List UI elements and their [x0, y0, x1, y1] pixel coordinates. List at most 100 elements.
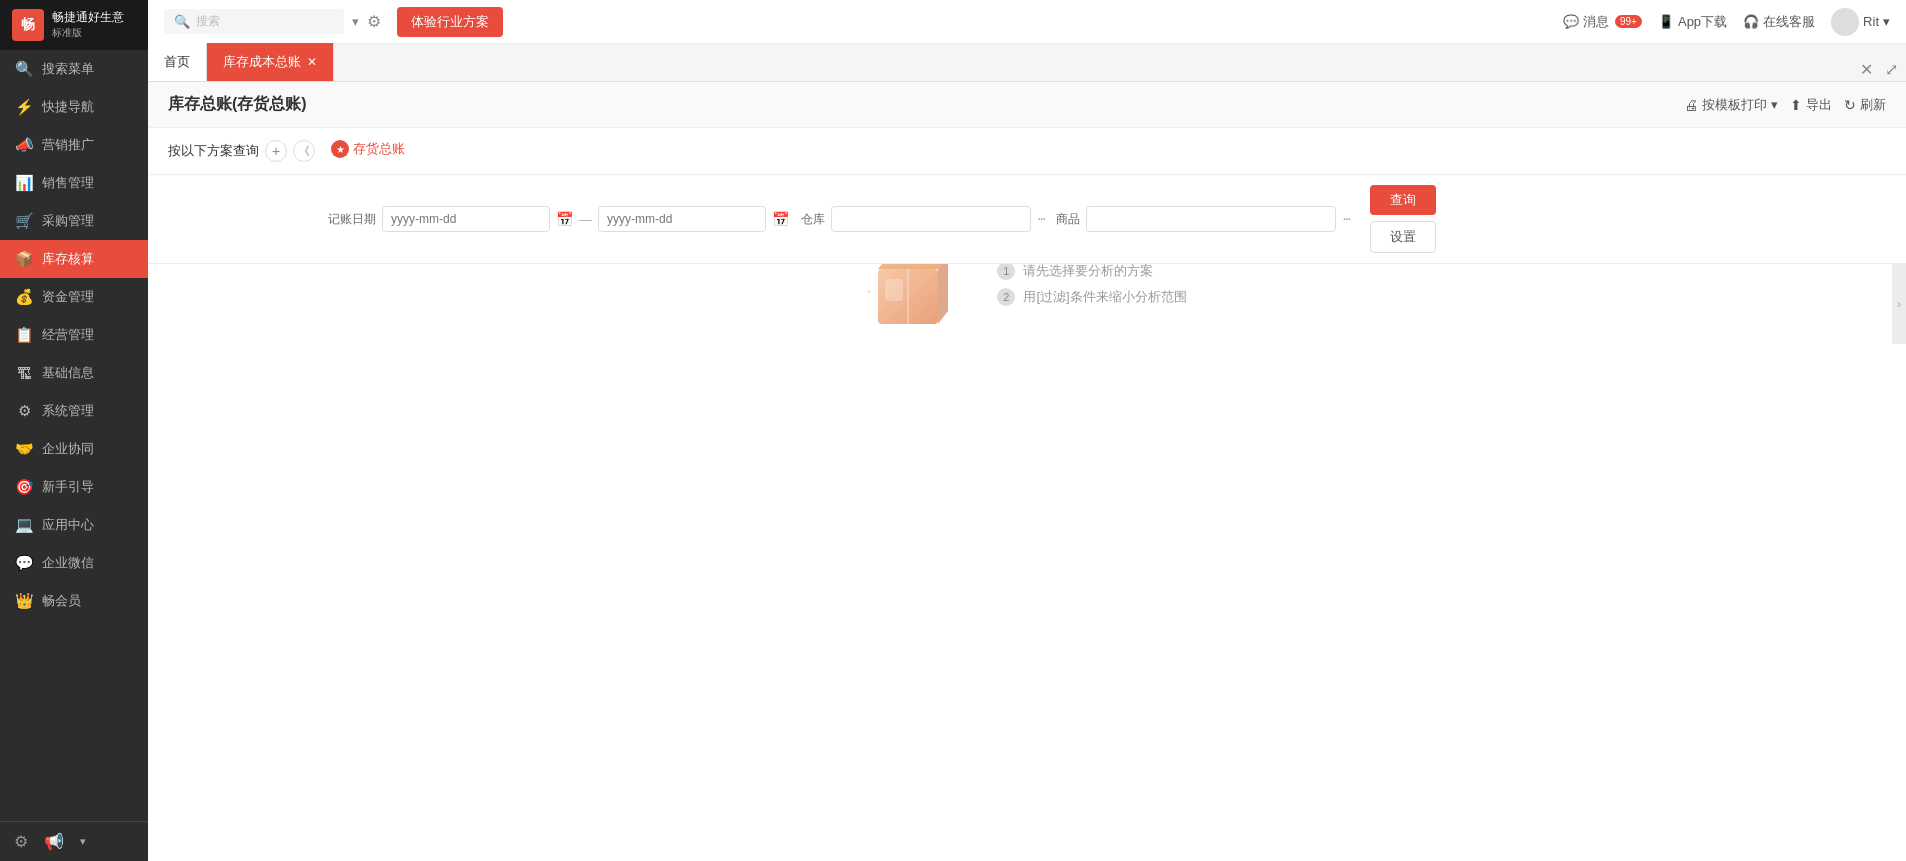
warehouse-more-icon[interactable]: ···	[1037, 210, 1044, 228]
search-icon: 🔍	[174, 14, 190, 29]
tab-inventory-ledger[interactable]: 库存成本总账 ✕	[207, 43, 334, 81]
speaker-icon[interactable]: 📢	[44, 832, 64, 851]
sidebar-item-guide[interactable]: 🎯 新手引导	[0, 468, 148, 506]
content-header: 库存总账(存货总账) 🖨 按模板打印 ▾ ⬆ 导出 ↻ 刷新	[148, 82, 1906, 128]
date-start-input[interactable]	[382, 206, 550, 232]
settings-icon[interactable]: ⚙	[367, 12, 381, 31]
product-field-group: 商品 ···	[1056, 206, 1349, 232]
print-icon: 🖨	[1684, 97, 1698, 113]
sidebar-item-basic[interactable]: 🏗 基础信息	[0, 354, 148, 392]
sidebar-item-inventory[interactable]: 📦 库存核算	[0, 240, 148, 278]
inventory-icon: 📦	[14, 250, 34, 268]
app-icon: 💻	[14, 516, 34, 534]
settings-btn[interactable]: 设置	[1370, 221, 1436, 253]
service-item[interactable]: 🎧 在线客服	[1743, 13, 1815, 31]
calendar-start-icon[interactable]: 📅	[556, 211, 573, 227]
sidebar-item-wechat[interactable]: 💬 企业微信	[0, 544, 148, 582]
filter-scheme[interactable]: ★ 存货总账	[331, 140, 405, 158]
sidebar-item-member[interactable]: 👑 畅会员	[0, 582, 148, 620]
search-bar[interactable]: 🔍 搜索	[164, 9, 344, 34]
filter-area: 按以下方案查询 + 《 ★ 存货总账	[148, 128, 1906, 175]
sidebar-item-quicknav[interactable]: ⚡ 快捷导航	[0, 88, 148, 126]
print-dropdown-icon: ▾	[1771, 97, 1778, 112]
main-area: 🔍 搜索 ▾ ⚙ 体验行业方案 💬 消息 99+ 📱 App下载 🎧 在线客服 …	[148, 0, 1906, 861]
topbar: 🔍 搜索 ▾ ⚙ 体验行业方案 💬 消息 99+ 📱 App下载 🎧 在线客服 …	[148, 0, 1906, 44]
sidebar-item-enterprise[interactable]: 🤝 企业协同	[0, 430, 148, 468]
filter-collapse-btn[interactable]: 《	[293, 140, 315, 162]
industry-btn[interactable]: 体验行业方案	[397, 7, 503, 37]
scheme-icon: ★	[331, 140, 349, 158]
sidebar-item-purchase[interactable]: 🛒 采购管理	[0, 202, 148, 240]
app-name: 畅捷通好生意	[52, 10, 124, 26]
page-title: 库存总账(存货总账)	[168, 94, 307, 115]
tab-close-area: ✕ ⤢	[1856, 58, 1906, 81]
date-end-input[interactable]	[598, 206, 766, 232]
avatar	[1831, 8, 1859, 36]
message-item[interactable]: 💬 消息 99+	[1563, 13, 1642, 31]
calendar-end-icon[interactable]: 📅	[772, 211, 789, 227]
wechat-icon: 💬	[14, 554, 34, 572]
app-download-item[interactable]: 📱 App下载	[1658, 13, 1727, 31]
sidebar-item-marketing[interactable]: 📣 营销推广	[0, 126, 148, 164]
topbar-right: 💬 消息 99+ 📱 App下载 🎧 在线客服 Rit ▾	[1563, 8, 1890, 36]
headset-icon: 🎧	[1743, 14, 1759, 29]
tab-close-icon[interactable]: ✕	[307, 55, 317, 69]
print-btn[interactable]: 🖨 按模板打印 ▾	[1684, 96, 1778, 114]
sidebar-item-system[interactable]: ⚙ 系统管理	[0, 392, 148, 430]
product-input[interactable]	[1086, 206, 1336, 232]
warehouse-input[interactable]	[831, 206, 1031, 232]
right-collapse-handle[interactable]: ›	[1892, 264, 1906, 344]
username: Rit	[1863, 14, 1879, 29]
message-badge: 99+	[1615, 15, 1642, 28]
product-label: 商品	[1056, 211, 1080, 228]
refresh-label: 刷新	[1860, 96, 1886, 114]
svg-rect-3	[885, 279, 903, 301]
empty-hint-1: 1 请先选择要分析的方案	[997, 264, 1186, 280]
svg-marker-2	[938, 264, 948, 324]
mobile-icon: 📱	[1658, 14, 1674, 29]
logo-icon: 畅	[12, 9, 44, 41]
sidebar-item-label: 库存核算	[42, 250, 94, 268]
sidebar-item-label: 营销推广	[42, 136, 94, 154]
user-profile[interactable]: Rit ▾	[1831, 8, 1890, 36]
filter-add-btn[interactable]: +	[265, 140, 287, 162]
basic-icon: 🏗	[14, 365, 34, 382]
body-content: ✦ ✦ ✦ 1 请先选择要分析的方案 2 用[过滤]条件来缩小分析范围	[148, 264, 1892, 344]
date-separator: —	[579, 212, 592, 227]
product-more-icon[interactable]: ···	[1342, 210, 1349, 228]
message-icon: 💬	[1563, 14, 1579, 29]
svg-marker-1	[878, 264, 948, 269]
message-label: 消息	[1583, 13, 1609, 31]
body-area: ✦ ✦ ✦ 1 请先选择要分析的方案 2 用[过滤]条件来缩小分析范围	[148, 264, 1906, 344]
system-icon: ⚙	[14, 402, 34, 420]
dropdown-icon[interactable]: ▾	[352, 14, 359, 29]
search-placeholder: 搜索	[196, 13, 220, 30]
sidebar-footer: ⚙ 📢 ▾	[0, 821, 148, 861]
hint-num-1: 1	[997, 264, 1015, 280]
sidebar-item-label: 畅会员	[42, 592, 81, 610]
sidebar-item-sales[interactable]: 📊 销售管理	[0, 164, 148, 202]
refresh-icon: ↻	[1844, 97, 1856, 113]
expand-icon[interactable]: ⤢	[1885, 60, 1898, 79]
sidebar-item-label: 企业协同	[42, 440, 94, 458]
print-label: 按模板打印	[1702, 96, 1767, 114]
header-actions: 🖨 按模板打印 ▾ ⬆ 导出 ↻ 刷新	[1684, 96, 1886, 114]
query-btn[interactable]: 查询	[1370, 185, 1436, 215]
refresh-btn[interactable]: ↻ 刷新	[1844, 96, 1886, 114]
sidebar-item-finance[interactable]: 💰 资金管理	[0, 278, 148, 316]
close-tab-btn[interactable]: ✕	[1856, 58, 1877, 81]
scroll-down-indicator: ▾	[80, 835, 86, 848]
sidebar-item-label: 应用中心	[42, 516, 94, 534]
export-btn[interactable]: ⬆ 导出	[1790, 96, 1832, 114]
sidebar-item-label: 新手引导	[42, 478, 94, 496]
sidebar-item-label: 基础信息	[42, 364, 94, 382]
warehouse-field-group: 仓库 ···	[801, 206, 1044, 232]
sidebar-item-operation[interactable]: 📋 经营管理	[0, 316, 148, 354]
tab-home-label: 首页	[164, 53, 190, 71]
collapse-arrow-icon: ›	[1897, 297, 1901, 311]
settings-footer-icon[interactable]: ⚙	[14, 832, 28, 851]
sidebar-item-search[interactable]: 🔍 搜索菜单	[0, 50, 148, 88]
empty-illustration: ✦ ✦ ✦	[853, 264, 973, 344]
sidebar-item-appstore[interactable]: 💻 应用中心	[0, 506, 148, 544]
tab-home[interactable]: 首页	[148, 43, 207, 81]
